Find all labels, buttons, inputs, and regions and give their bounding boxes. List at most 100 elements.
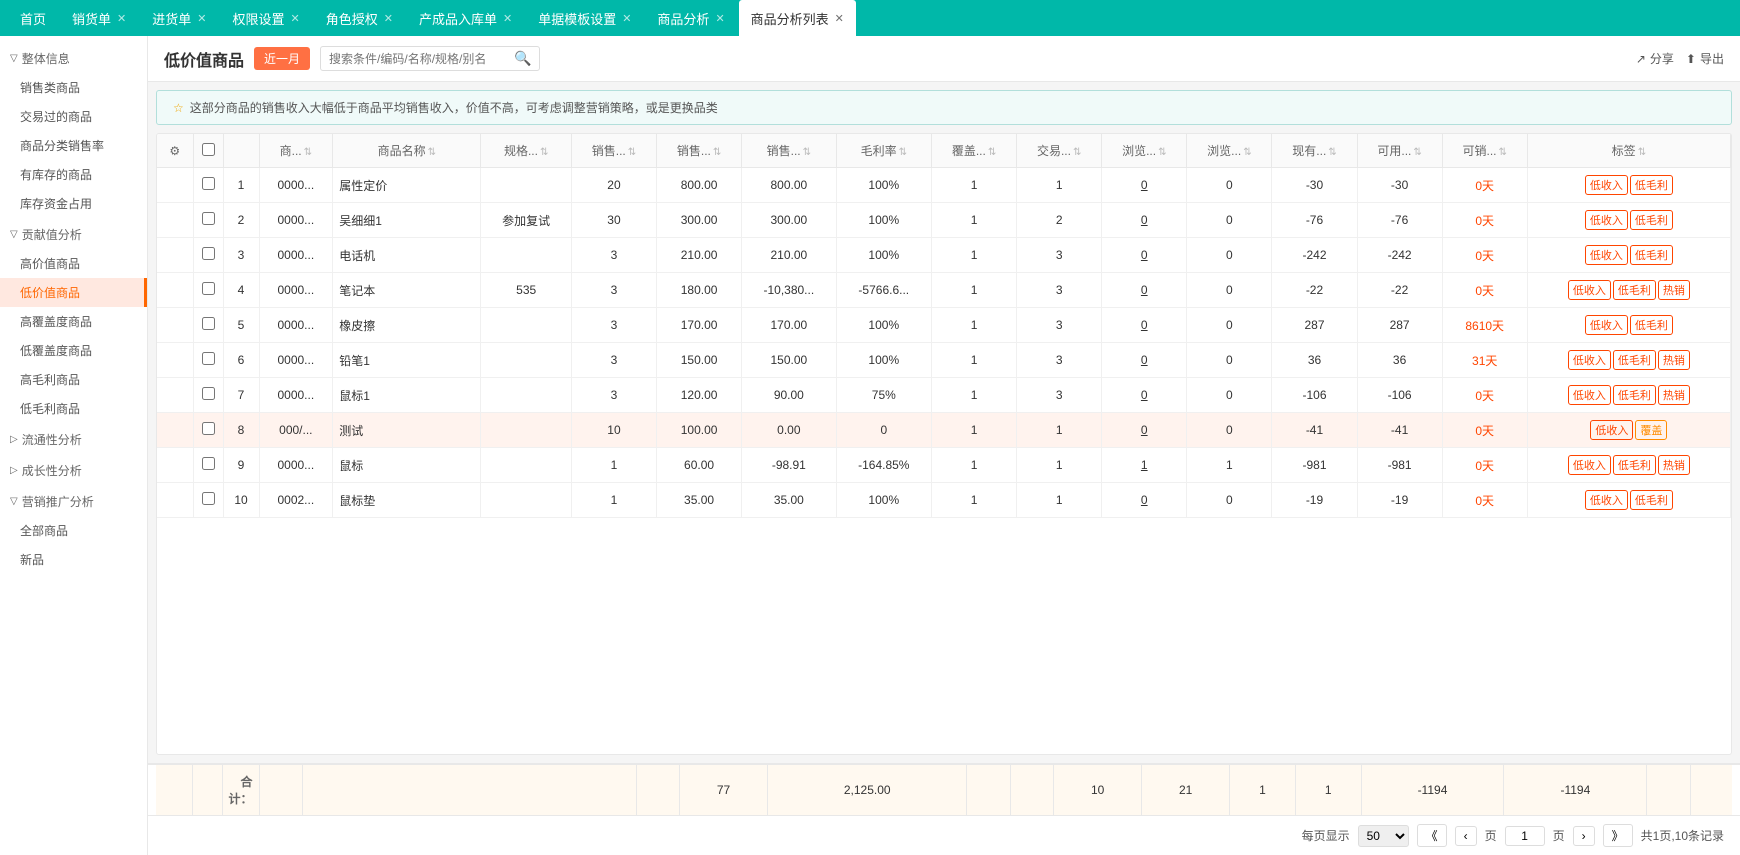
nav-role-close[interactable]: ✕ (384, 12, 393, 25)
row-browse1[interactable]: 0 (1102, 168, 1187, 203)
row-checkbox[interactable] (202, 317, 215, 330)
row-checkbox[interactable] (202, 422, 215, 435)
nav-product-analysis-close[interactable]: ✕ (715, 12, 724, 25)
row-name[interactable]: 鼠标 (333, 448, 481, 483)
nav-role[interactable]: 角色授权 ✕ (314, 0, 405, 36)
row-checkbox[interactable] (202, 282, 215, 295)
sidebar-group-overall-header[interactable]: ▽ 整体信息 (0, 44, 147, 73)
export-button[interactable]: ⬆ 导出 (1686, 50, 1724, 67)
browse-1-link[interactable]: 0 (1141, 283, 1148, 297)
row-checkbox[interactable] (202, 212, 215, 225)
nav-permission[interactable]: 权限设置 ✕ (220, 0, 311, 36)
col-trade[interactable]: 交易...⇅ (1017, 134, 1102, 168)
nav-product-in[interactable]: 产成品入库单 ✕ (407, 0, 524, 36)
sidebar-item-capital[interactable]: 库存资金占用 (0, 189, 147, 218)
prev-page-button[interactable]: ‹ (1455, 826, 1477, 846)
sidebar-group-contribution-header[interactable]: ▽ 贡献值分析 (0, 220, 147, 249)
row-checkbox[interactable] (202, 492, 215, 505)
browse-1-link[interactable]: 0 (1141, 248, 1148, 262)
row-name[interactable]: 电话机 (333, 238, 481, 273)
col-settings[interactable]: ⚙ (157, 134, 193, 168)
row-checkbox[interactable] (202, 352, 215, 365)
col-sales2[interactable]: 销售...⇅ (742, 134, 836, 168)
row-name[interactable]: 吴细细1 (333, 203, 481, 238)
sidebar-item-low-coverage[interactable]: 低覆盖度商品 (0, 336, 147, 365)
sidebar-item-sales-products[interactable]: 销售类商品 (0, 73, 147, 102)
nav-home[interactable]: 首页 (8, 0, 58, 36)
row-name[interactable]: 笔记本 (333, 273, 481, 308)
page-input[interactable] (1505, 826, 1545, 846)
nav-permission-close[interactable]: ✕ (291, 12, 300, 25)
row-checkbox[interactable] (202, 247, 215, 260)
col-qty[interactable]: 销售...⇅ (571, 134, 656, 168)
sidebar-item-high-margin[interactable]: 高毛利商品 (0, 365, 147, 394)
nav-purchase-close[interactable]: ✕ (197, 12, 206, 25)
settings-icon[interactable]: ⚙ (169, 144, 180, 158)
nav-template[interactable]: 单据模板设置 ✕ (526, 0, 643, 36)
nav-product-in-close[interactable]: ✕ (503, 12, 512, 25)
nav-template-close[interactable]: ✕ (622, 12, 631, 25)
sidebar-group-flow-header[interactable]: ▷ 流通性分析 (0, 425, 147, 454)
first-page-button[interactable]: 《 (1417, 824, 1447, 847)
row-browse1[interactable]: 0 (1102, 413, 1187, 448)
row-name[interactable]: 测试 (333, 413, 481, 448)
browse-1-link[interactable]: 0 (1141, 318, 1148, 332)
sidebar-group-marketing-header[interactable]: ▽ 营销推广分析 (0, 487, 147, 516)
row-name[interactable]: 橡皮擦 (333, 308, 481, 343)
col-avail[interactable]: 可用...⇅ (1357, 134, 1442, 168)
col-name[interactable]: 商品名称⇅ (333, 134, 481, 168)
row-name[interactable]: 鼠标垫 (333, 483, 481, 518)
sidebar-item-high-coverage[interactable]: 高覆盖度商品 (0, 307, 147, 336)
col-gross[interactable]: 毛利率⇅ (836, 134, 931, 168)
col-coverage[interactable]: 覆盖...⇅ (932, 134, 1017, 168)
next-page-button[interactable]: › (1573, 826, 1595, 846)
nav-product-list[interactable]: 商品分析列表 ✕ (739, 0, 856, 36)
browse-1-link[interactable]: 0 (1141, 213, 1148, 227)
share-button[interactable]: ↗ 分享 (1636, 50, 1674, 67)
row-browse1[interactable]: 0 (1102, 238, 1187, 273)
nav-product-list-close[interactable]: ✕ (835, 12, 844, 25)
sidebar-group-growth-header[interactable]: ▷ 成长性分析 (0, 456, 147, 485)
search-input[interactable] (329, 52, 509, 66)
nav-purchase[interactable]: 进货单 ✕ (140, 0, 218, 36)
last-page-button[interactable]: 》 (1603, 824, 1633, 847)
col-browse1[interactable]: 浏览...⇅ (1102, 134, 1187, 168)
sidebar-item-stock-products[interactable]: 有库存的商品 (0, 160, 147, 189)
col-tags[interactable]: 标签⇅ (1527, 134, 1730, 168)
page-size-select[interactable]: 50 100 200 (1358, 825, 1409, 847)
sidebar-item-low-value[interactable]: 低价值商品 (0, 278, 147, 307)
col-spec[interactable]: 规格...⇅ (481, 134, 571, 168)
browse-1-link[interactable]: 0 (1141, 353, 1148, 367)
row-name[interactable]: 属性定价 (333, 168, 481, 203)
row-browse1[interactable]: 0 (1102, 343, 1187, 378)
search-icon[interactable]: 🔍 (514, 50, 531, 67)
row-browse1[interactable]: 1 (1102, 448, 1187, 483)
row-checkbox[interactable] (202, 387, 215, 400)
row-checkbox[interactable] (202, 457, 215, 470)
nav-product-analysis[interactable]: 商品分析 ✕ (645, 0, 736, 36)
sidebar-item-traded-products[interactable]: 交易过的商品 (0, 102, 147, 131)
sidebar-item-new-products[interactable]: 新品 (0, 545, 147, 574)
col-stock[interactable]: 现有...⇅ (1272, 134, 1357, 168)
row-browse1[interactable]: 0 (1102, 308, 1187, 343)
row-name[interactable]: 鼠标1 (333, 378, 481, 413)
sidebar-item-high-value[interactable]: 高价值商品 (0, 249, 147, 278)
row-browse1[interactable]: 0 (1102, 203, 1187, 238)
nav-sales[interactable]: 销货单 ✕ (60, 0, 138, 36)
select-all-checkbox[interactable] (202, 143, 215, 156)
col-browse2[interactable]: 浏览...⇅ (1187, 134, 1272, 168)
sidebar-item-category-rate[interactable]: 商品分类销售率 (0, 131, 147, 160)
row-browse1[interactable]: 0 (1102, 378, 1187, 413)
sidebar-item-all-products[interactable]: 全部商品 (0, 516, 147, 545)
col-sales1[interactable]: 销售...⇅ (657, 134, 742, 168)
col-code[interactable]: 商...⇅ (259, 134, 333, 168)
row-name[interactable]: 铅笔1 (333, 343, 481, 378)
row-browse1[interactable]: 0 (1102, 273, 1187, 308)
sidebar-item-low-margin[interactable]: 低毛利商品 (0, 394, 147, 423)
nav-sales-close[interactable]: ✕ (117, 12, 126, 25)
browse-1-link[interactable]: 0 (1141, 178, 1148, 192)
browse-1-link[interactable]: 0 (1141, 388, 1148, 402)
row-checkbox[interactable] (202, 177, 215, 190)
browse-1-link[interactable]: 0 (1141, 493, 1148, 507)
filter-button[interactable]: 近一月 (254, 47, 310, 70)
